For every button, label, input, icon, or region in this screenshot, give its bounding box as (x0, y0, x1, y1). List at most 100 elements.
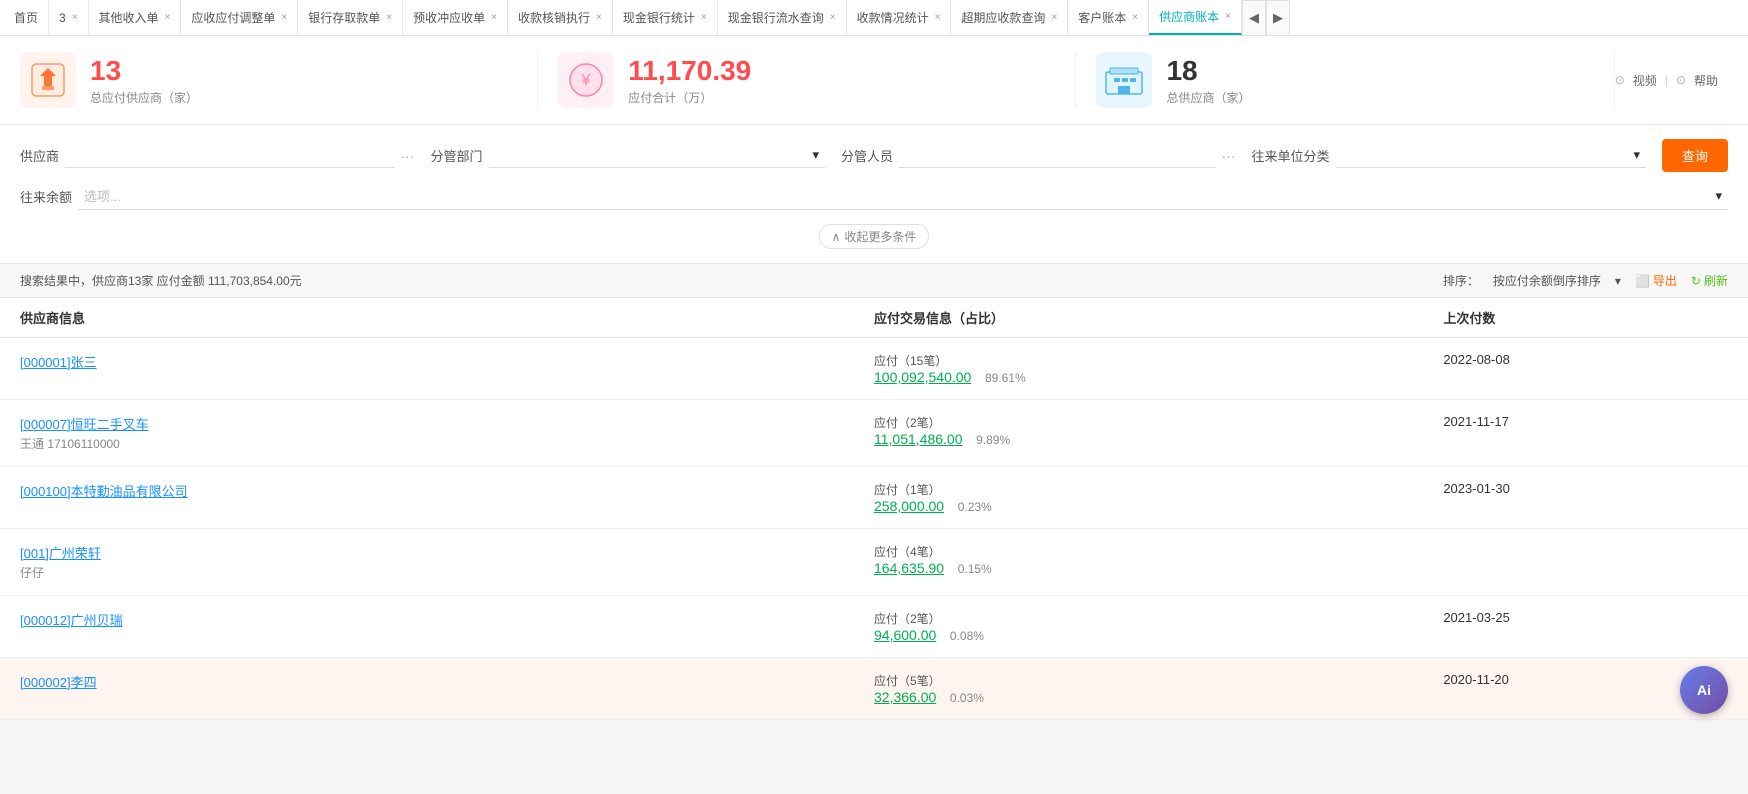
export-icon: ⬜ (1635, 274, 1650, 288)
supplier-link[interactable]: [001]广州荣轩 (20, 543, 874, 562)
stat-total-suppliers-label: 总供应商（家） (1166, 89, 1250, 106)
trans-pct: 0.23% (958, 500, 992, 514)
top-links: ⊙ 视频 | ⊙ 帮助 (1615, 72, 1728, 89)
close-icon[interactable]: × (1051, 12, 1057, 23)
supplier-dots-icon[interactable]: ··· (401, 148, 415, 164)
tab-overdue-ar-label: 超期应收款查询 (961, 9, 1045, 26)
tab-prepay[interactable]: 预收冲应收单 × (403, 0, 508, 35)
nav-prev-button[interactable]: ◀ (1242, 0, 1266, 36)
tab-supplier-ledger-label: 供应商账本 (1159, 8, 1219, 25)
table-row: [000007]恒旺二手叉车 王通 17106110000 应付（2笔） 11,… (0, 400, 1748, 467)
trans-label: 应付（2笔） (874, 414, 1443, 431)
close-icon[interactable]: × (701, 12, 707, 23)
supplier-cell: [000001]张三 (20, 352, 874, 385)
close-icon[interactable]: × (596, 12, 602, 23)
tab-3[interactable]: 3 × (49, 0, 89, 35)
tab-bank-deposit-label: 银行存取款单 (308, 9, 380, 26)
separator: | (1665, 73, 1668, 87)
trans-pct: 0.03% (950, 691, 984, 705)
supplier-link[interactable]: [000100]本特勤油品有限公司 (20, 481, 874, 500)
trans-amount[interactable]: 164,635.90 (874, 560, 944, 576)
tab-supplier-ledger[interactable]: 供应商账本 × (1149, 0, 1242, 35)
tab-collection-stat-label: 收款情况统计 (857, 9, 929, 26)
tab-other-income[interactable]: 其他收入单 × (89, 0, 182, 35)
category-filter-label: 往来单位分类 (1252, 146, 1330, 165)
tab-ar-ap-adjust[interactable]: 应收应付调整单 × (181, 0, 298, 35)
result-summary: 搜索结果中，供应商13家 应付金额 111,703,854.00元 (20, 272, 302, 289)
video-link[interactable]: 视频 (1633, 72, 1657, 89)
table-row: [001]广州荣轩 仔仔 应付（4笔） 164,635.90 0.15% (0, 529, 1748, 596)
tab-collection-label: 收款核销执行 (518, 9, 590, 26)
tab-cash-bank-stat[interactable]: 现金银行统计 × (613, 0, 718, 35)
stat-payable-total-label: 应付合计（万） (628, 89, 751, 106)
close-icon[interactable]: × (281, 12, 287, 23)
stat-total-suppliers-number: 18 (1166, 54, 1250, 88)
trans-label: 应付（2笔） (874, 610, 1443, 627)
total-suppliers-icon (1096, 52, 1152, 108)
collapse-button[interactable]: ∧ 收起更多条件 (819, 224, 930, 249)
close-icon[interactable]: × (1225, 11, 1231, 22)
close-icon[interactable]: × (491, 12, 497, 23)
tab-collection[interactable]: 收款核销执行 × (508, 0, 613, 35)
close-icon[interactable]: × (935, 12, 941, 23)
trans-amount[interactable]: 94,600.00 (874, 627, 936, 643)
stat-payable-suppliers: 13 总应付供应商（家） (20, 52, 538, 108)
tab-cash-bank-flow[interactable]: 现金银行流水查询 × (718, 0, 847, 35)
supplier-cell: [000100]本特勤油品有限公司 (20, 481, 874, 514)
filter-category: 往来单位分类 ▾ (1252, 143, 1647, 168)
close-icon[interactable]: × (165, 12, 171, 23)
table-row: [000002]李四 应付（5笔） 32,366.00 0.03% 2020-1… (0, 658, 1748, 720)
dept-filter-label: 分管部门 (431, 146, 483, 165)
trans-label: 应付（4笔） (874, 543, 1443, 560)
stat-payable-total-number: 11,170.39 (628, 54, 751, 88)
result-actions: 排序： 按应付余额倒序排序 ▾ ⬜ 导出 ↻ 刷新 (1443, 272, 1728, 289)
filter-collapse-area: ∧ 收起更多条件 (20, 220, 1728, 253)
trans-cell: 应付（1笔） 258,000.00 0.23% (874, 481, 1443, 514)
tab-bank-deposit[interactable]: 银行存取款单 × (298, 0, 403, 35)
trans-pct: 0.15% (958, 562, 992, 576)
trans-cell: 应付（2笔） 94,600.00 0.08% (874, 610, 1443, 643)
table-header: 供应商信息 应付交易信息（占比） 上次付数 (0, 298, 1748, 338)
export-button[interactable]: ⬜ 导出 (1635, 272, 1677, 289)
person-dots-icon[interactable]: ··· (1222, 148, 1236, 164)
col-last-payment: 上次付数 (1443, 308, 1728, 327)
trans-pct: 9.89% (976, 433, 1010, 447)
trans-amount[interactable]: 32,366.00 (874, 689, 936, 705)
trans-amount[interactable]: 11,051,486.00 (874, 431, 963, 447)
supplier-cell: [001]广州荣轩 仔仔 (20, 543, 874, 581)
tab-overdue-ar[interactable]: 超期应收款查询 × (951, 0, 1068, 35)
close-icon[interactable]: × (72, 12, 78, 23)
supplier-link[interactable]: [000001]张三 (20, 352, 874, 371)
tab-customer-ledger[interactable]: 客户账本 × (1068, 0, 1149, 35)
supplier-input[interactable] (65, 144, 394, 168)
svg-text:¥: ¥ (581, 72, 591, 89)
help-link[interactable]: 帮助 (1694, 72, 1718, 89)
filter-balance: 往来余额 选项... ▾ (20, 182, 1728, 210)
tab-other-income-label: 其他收入单 (99, 9, 159, 26)
person-input[interactable] (899, 144, 1215, 168)
dept-select[interactable]: ▾ (489, 143, 825, 168)
supplier-link[interactable]: [000007]恒旺二手叉车 (20, 414, 874, 433)
sort-select[interactable]: 按应付余额倒序排序 (1493, 272, 1601, 289)
close-icon[interactable]: × (1132, 12, 1138, 23)
tab-collection-stat[interactable]: 收款情况统计 × (847, 0, 952, 35)
close-icon[interactable]: × (386, 12, 392, 23)
tab-home[interactable]: 首页 (4, 0, 49, 35)
trans-cell: 应付（5笔） 32,366.00 0.03% (874, 672, 1443, 705)
supplier-link[interactable]: [000002]李四 (20, 672, 874, 691)
nav-next-button[interactable]: ▶ (1266, 0, 1290, 36)
ai-button[interactable]: Ai (1680, 666, 1728, 714)
sort-dropdown-icon[interactable]: ▾ (1615, 274, 1621, 288)
trans-amount[interactable]: 100,092,540.00 (874, 369, 971, 385)
filter-row-1: 供应商 ··· 分管部门 ▾ 分管人员 ··· 往来单位分类 ▾ 查询 (20, 139, 1728, 172)
tab-3-label: 3 (59, 11, 66, 25)
trans-amount[interactable]: 258,000.00 (874, 498, 944, 514)
category-select[interactable]: ▾ (1336, 143, 1646, 168)
close-icon[interactable]: × (830, 12, 836, 23)
supplier-link[interactable]: [000012]广州贝瑞 (20, 610, 874, 629)
query-button[interactable]: 查询 (1662, 139, 1728, 172)
refresh-button[interactable]: ↻ 刷新 (1691, 272, 1728, 289)
balance-select[interactable]: 选项... ▾ (78, 182, 1728, 210)
stat-payable-label: 总应付供应商（家） (90, 89, 198, 106)
sort-label: 排序： (1443, 272, 1479, 289)
